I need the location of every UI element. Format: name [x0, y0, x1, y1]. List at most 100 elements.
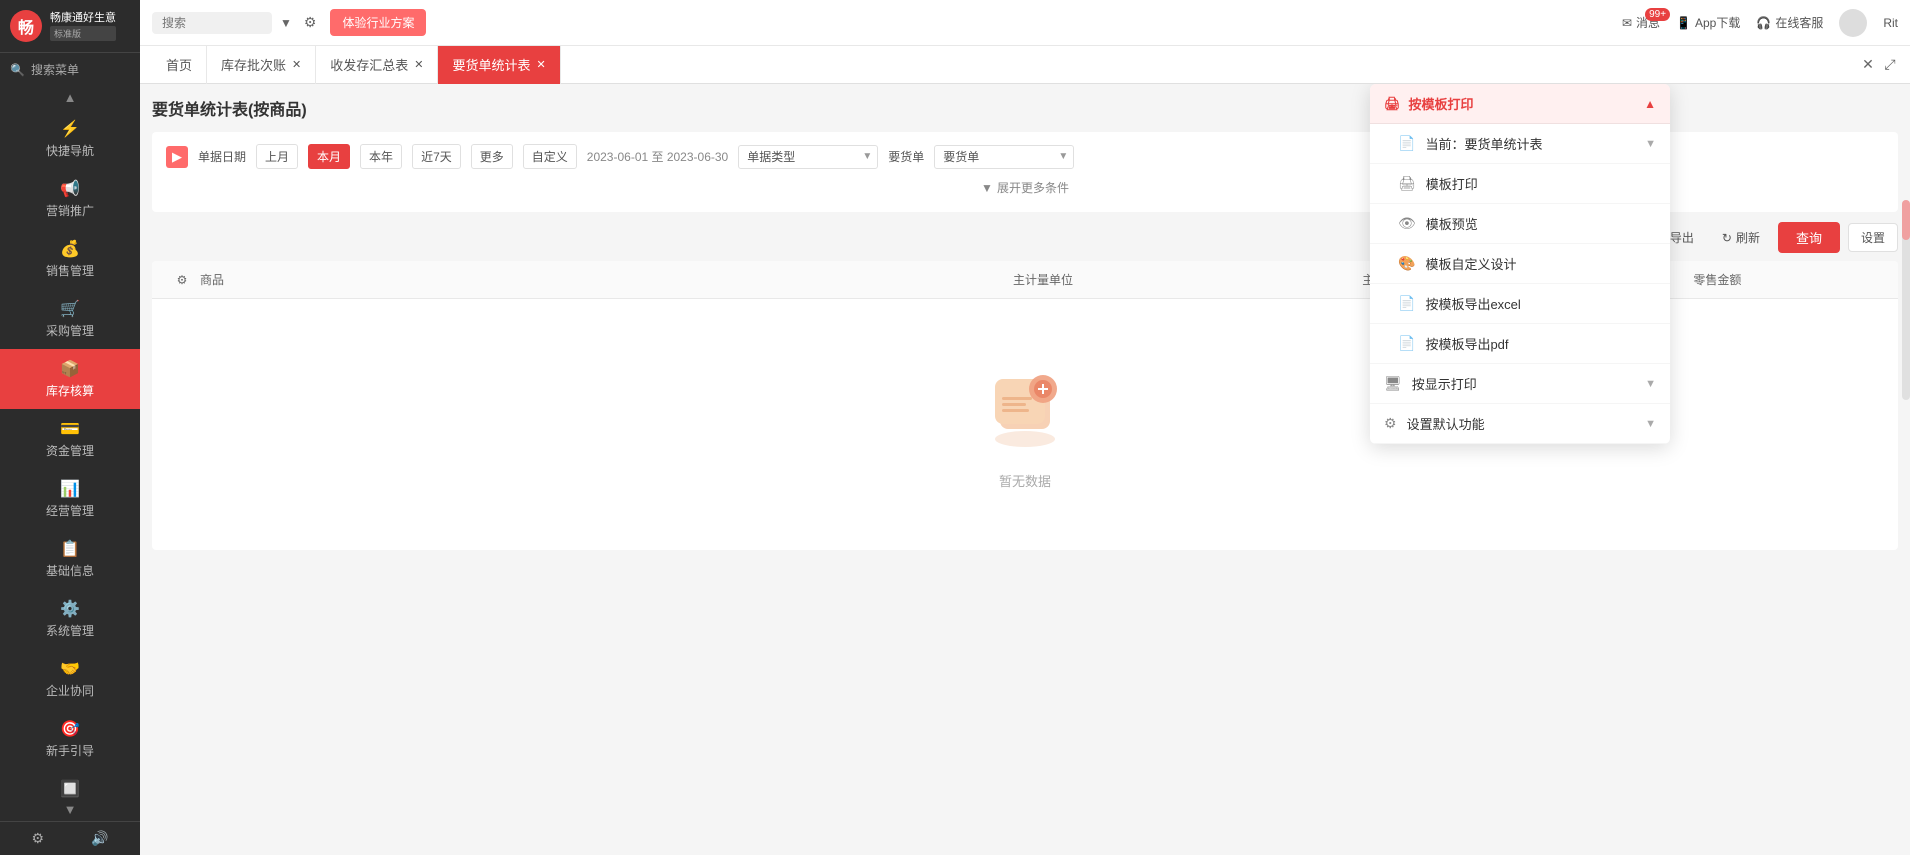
sidebar-item-basics[interactable]: 📋 基础信息 — [0, 529, 140, 589]
sidebar-item-label: 新手引导 — [46, 742, 94, 759]
order-type-wrap: 单据类型 ▼ — [738, 145, 878, 169]
messages-badge: 99+ — [1645, 8, 1670, 21]
sidebar-item-marketing[interactable]: 📢 营销推广 — [0, 169, 140, 229]
sidebar-item-quick-nav[interactable]: ⚡ 快捷导航 — [0, 109, 140, 169]
scroll-track[interactable] — [1902, 200, 1910, 400]
search-icon: 🔍 — [10, 63, 25, 77]
tab-order-stats[interactable]: 要货单统计表 ✕ — [438, 46, 560, 84]
app-download-icon: 📱 — [1676, 16, 1691, 30]
goods-type-label: 要货单 — [888, 148, 924, 165]
avatar[interactable] — [1839, 9, 1867, 37]
service-icon: 🎧 — [1756, 16, 1771, 30]
refresh-btn[interactable]: ↻ 刷新 — [1712, 224, 1770, 251]
template-print-icon: 🖨 — [1398, 175, 1416, 192]
order-type-select[interactable]: 单据类型 — [738, 145, 878, 169]
message-icon: ✉ — [1622, 16, 1632, 30]
goods-filter-select[interactable]: 要货单 — [934, 145, 1074, 169]
dropdown-display-print[interactable]: 🖥 按显示打印 ▼ — [1370, 364, 1670, 404]
tab-home[interactable]: 首页 — [152, 46, 207, 84]
current-template-icon: 📄 — [1398, 135, 1415, 152]
settings-footer-btn[interactable]: ⚙ — [32, 830, 45, 847]
online-service-button[interactable]: 🎧 在线客服 — [1756, 14, 1823, 31]
date-custom-btn[interactable]: 自定义 — [523, 144, 577, 169]
window-expand-btn[interactable]: ⤢ — [1882, 57, 1898, 73]
tab-receipts-summary-label: 收发存汇总表 — [330, 55, 408, 74]
sidebar-item-finance[interactable]: 💳 资金管理 — [0, 409, 140, 469]
trial-button[interactable]: 体验行业方案 — [330, 9, 426, 36]
window-controls: ✕ ⤢ — [1860, 57, 1898, 73]
tab-receipts-summary[interactable]: 收发存汇总表 ✕ — [316, 46, 438, 84]
sidebar-item-inventory[interactable]: 📦 库存核算 — [0, 349, 140, 409]
sidebar-item-enterprise[interactable]: 🤝 企业协同 — [0, 649, 140, 709]
sidebar-scroll-up[interactable]: ▲ — [0, 86, 140, 109]
dropdown-template-preview[interactable]: 👁 模板预览 — [1370, 204, 1670, 244]
sidebar-scroll-down[interactable]: ▼ — [0, 798, 140, 821]
sidebar-item-label: 营销推广 — [46, 202, 94, 219]
dropdown-header: 🖨 按模板打印 ▲ — [1370, 84, 1670, 124]
system-icon: ⚙️ — [60, 599, 80, 619]
search-label: 搜索菜单 — [31, 61, 79, 78]
logo-text: 畅康通好生意 标准版 — [50, 11, 116, 40]
tab-order-stats-close[interactable]: ✕ — [537, 58, 546, 71]
display-print-label: 按显示打印 — [1412, 374, 1477, 393]
dropdown-current-template[interactable]: 📄 当前：要货单统计表 ▼ — [1370, 124, 1670, 164]
topbar-search-input[interactable] — [152, 12, 272, 34]
audio-footer-btn[interactable]: 🔊 — [91, 830, 108, 847]
tab-inventory-batch-close[interactable]: ✕ — [292, 58, 301, 71]
date-this-year-btn[interactable]: 本年 — [360, 144, 402, 169]
dropdown-set-default[interactable]: ⚙ 设置默认功能 ▼ — [1370, 404, 1670, 444]
dropdown-menu: 🖨 按模板打印 ▲ 📄 当前：要货单统计表 ▼ 🖨 模板打印 👁 模板预览 🎨 — [1370, 84, 1670, 444]
date-7days-btn[interactable]: 近7天 — [412, 144, 461, 169]
app-badge: 标准版 — [50, 26, 116, 41]
display-print-arrow: ▼ — [1645, 378, 1656, 390]
filter-toggle-btn[interactable]: ▶ — [166, 146, 188, 168]
empty-icon — [975, 359, 1075, 459]
apps-icon: 🔲 — [60, 779, 80, 798]
sidebar-item-label: 基础信息 — [46, 562, 94, 579]
dropdown-template-excel[interactable]: 📄 按模板导出excel — [1370, 284, 1670, 324]
sidebar-item-sales[interactable]: 💰 销售管理 — [0, 229, 140, 289]
display-print-icon: 🖥 — [1384, 375, 1402, 392]
sidebar-search[interactable]: 🔍 搜索菜单 — [0, 53, 140, 86]
expand-more-btn[interactable]: ▼ 展开更多条件 — [969, 175, 1081, 200]
scroll-thumb[interactable] — [1902, 200, 1910, 240]
sidebar-item-operations[interactable]: 📊 经营管理 — [0, 469, 140, 529]
th-settings[interactable]: ⚙ — [164, 273, 200, 287]
sidebar-item-guide[interactable]: 🎯 新手引导 — [0, 709, 140, 769]
dropdown-template-design[interactable]: 🎨 模板自定义设计 — [1370, 244, 1670, 284]
dropdown-template-pdf[interactable]: 📄 按模板导出pdf — [1370, 324, 1670, 364]
app-download-button[interactable]: 📱 App下载 — [1676, 14, 1740, 31]
date-more-btn[interactable]: 更多 — [471, 144, 513, 169]
current-template-arrow: ▼ — [1645, 138, 1656, 150]
messages-button[interactable]: ✉ 消息 99+ — [1622, 14, 1660, 31]
tab-receipts-summary-close[interactable]: ✕ — [414, 58, 423, 71]
template-design-icon: 🎨 — [1398, 255, 1415, 272]
app-name: 畅康通好生意 — [50, 11, 116, 25]
query-btn[interactable]: 查询 — [1778, 222, 1840, 253]
template-excel-label: 按模板导出excel — [1425, 294, 1520, 313]
sidebar-item-apps[interactable]: 🔲 应用中心 — [0, 769, 140, 798]
enterprise-icon: 🤝 — [60, 659, 80, 679]
current-template-label: 当前：要货单统计表 — [1425, 134, 1542, 153]
dropdown-collapse-arrow[interactable]: ▲ — [1644, 97, 1656, 111]
topbar-dropdown-arrow[interactable]: ▼ — [280, 16, 292, 30]
operations-icon: 📊 — [60, 479, 80, 499]
date-current-month-btn[interactable]: 本月 — [308, 144, 350, 169]
sidebar-footer: ⚙ 🔊 — [0, 821, 140, 855]
date-prev-month-btn[interactable]: 上月 — [256, 144, 298, 169]
dropdown-template-print[interactable]: 🖨 模板打印 — [1370, 164, 1670, 204]
refresh-label: 刷新 — [1736, 229, 1760, 246]
window-close-btn[interactable]: ✕ — [1860, 57, 1876, 73]
dropdown-title-text: 按模板打印 — [1409, 94, 1474, 113]
sales-icon: 💰 — [60, 239, 80, 259]
topbar-settings-icon[interactable]: ⚙ — [304, 14, 317, 31]
table-settings-btn[interactable]: 设置 — [1848, 223, 1898, 252]
template-preview-label: 模板预览 — [1426, 214, 1478, 233]
sidebar-item-system[interactable]: ⚙️ 系统管理 — [0, 589, 140, 649]
app-download-label: App下载 — [1695, 14, 1740, 31]
sidebar-item-purchase[interactable]: 🛒 采购管理 — [0, 289, 140, 349]
goods-field-wrap: 要货单 ▼ — [934, 145, 1074, 169]
tab-inventory-batch[interactable]: 库存批次账 ✕ — [207, 46, 316, 84]
dropdown-print-icon: 🖨 — [1384, 96, 1401, 112]
export-label: 导出 — [1670, 229, 1694, 246]
